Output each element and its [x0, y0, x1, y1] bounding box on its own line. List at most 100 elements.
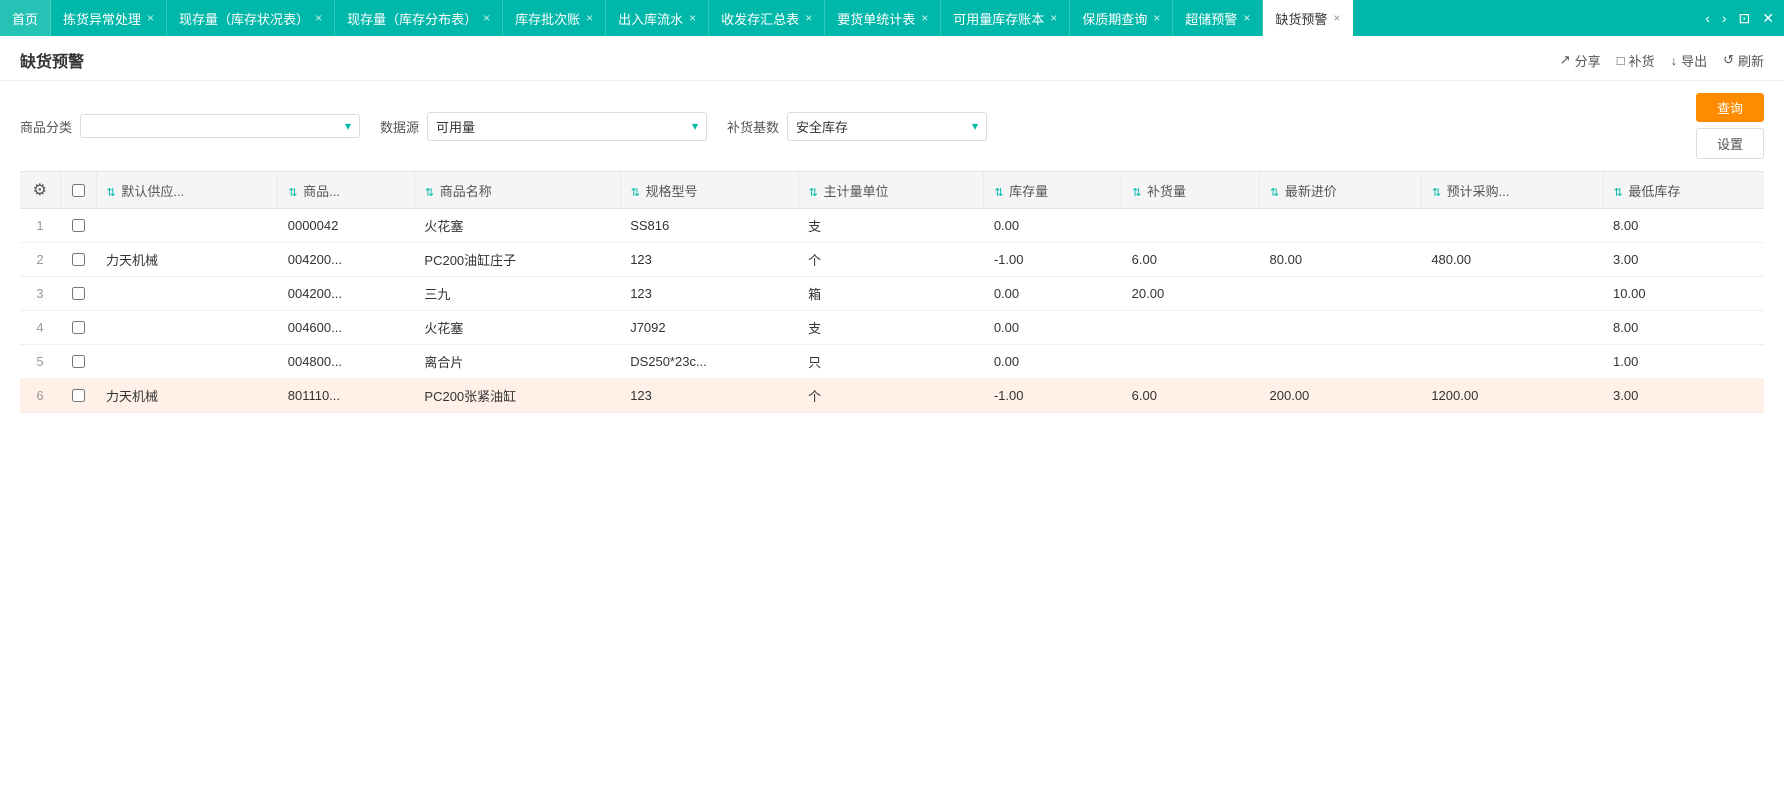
- table-body: 1 0000042 火花塞 SS816 支 0.00 8.00 2: [20, 209, 1764, 413]
- row-supplier: [96, 345, 278, 379]
- page-header: 缺货预警 ↗ 分享 □ 补货 ↓ 导出 ↺ 刷新: [0, 36, 1784, 81]
- tab-order-stats[interactable]: 要货单统计表 ×: [825, 0, 941, 36]
- tab-abnormal[interactable]: 拣货异常处理 ×: [51, 0, 167, 36]
- row-stock: -1.00: [984, 243, 1122, 277]
- row-index: 4: [20, 311, 60, 345]
- min-stock-sort-icon: ⇅: [1614, 187, 1623, 199]
- replenish-icon: □: [1617, 53, 1625, 68]
- row-checkbox-cell: [60, 311, 96, 345]
- col-unit-label: 主计量单位: [823, 184, 888, 199]
- row-checkbox[interactable]: [72, 219, 85, 232]
- row-min-stock: 8.00: [1603, 311, 1764, 345]
- row-product-code: 004200...: [278, 277, 415, 311]
- col-header-unit[interactable]: ⇅ 主计量单位: [798, 172, 984, 209]
- settings-button[interactable]: 设置: [1696, 128, 1764, 159]
- row-latest-price: [1260, 345, 1422, 379]
- tab-inout-flow[interactable]: 出入库流水 ×: [606, 0, 709, 36]
- col-header-latest-price[interactable]: ⇅ 最新进价: [1260, 172, 1422, 209]
- tab-receive-summary[interactable]: 收发存汇总表 ×: [709, 0, 825, 36]
- category-filter: 商品分类 ▾: [20, 114, 360, 138]
- tab-order-stats-label: 要货单统计表: [837, 9, 915, 28]
- tab-shortage-label: 缺货预警: [1275, 9, 1327, 28]
- col-header-product-code[interactable]: ⇅ 商品...: [278, 172, 415, 209]
- tab-next-button[interactable]: ›: [1716, 6, 1733, 30]
- tab-overstock[interactable]: 超储预警 ×: [1173, 0, 1263, 36]
- row-unit: 箱: [798, 277, 984, 311]
- row-checkbox-cell: [60, 209, 96, 243]
- row-latest-price: [1260, 311, 1422, 345]
- table-gear-icon[interactable]: ⚙: [33, 180, 47, 200]
- category-select[interactable]: ▾: [80, 114, 360, 138]
- col-replenish-qty-label: 补货量: [1147, 184, 1186, 199]
- tab-receive-summary-close[interactable]: ×: [805, 11, 812, 25]
- datasource-select[interactable]: 可用量 ▾: [427, 112, 707, 141]
- row-min-stock: 3.00: [1603, 243, 1764, 277]
- col-product-name-label: 商品名称: [440, 184, 492, 199]
- row-spec: J7092: [620, 311, 798, 345]
- row-supplier: 力天机械: [96, 379, 278, 413]
- row-estimated-purchase: 1200.00: [1421, 379, 1603, 413]
- export-button[interactable]: ↓ 导出: [1671, 51, 1708, 70]
- latest-price-sort-icon: ⇅: [1270, 187, 1279, 199]
- replenish-button[interactable]: □ 补货: [1617, 51, 1655, 70]
- tab-shortage[interactable]: 缺货预警 ×: [1263, 0, 1353, 36]
- col-header-stock[interactable]: ⇅ 库存量: [984, 172, 1122, 209]
- tab-inventory-status[interactable]: 现存量（库存状况表） ×: [167, 0, 335, 36]
- tab-batch-account-close[interactable]: ×: [586, 11, 593, 25]
- datasource-label: 数据源: [380, 117, 419, 136]
- row-latest-price: [1260, 277, 1422, 311]
- tab-overstock-close[interactable]: ×: [1243, 11, 1250, 25]
- datasource-chevron-icon: ▾: [692, 119, 698, 133]
- row-checkbox[interactable]: [72, 389, 85, 402]
- col-header-settings[interactable]: ⚙: [20, 172, 60, 209]
- tab-order-stats-close[interactable]: ×: [921, 11, 928, 25]
- row-stock: 0.00: [984, 345, 1122, 379]
- select-all-checkbox[interactable]: [72, 184, 85, 197]
- estimated-purchase-sort-icon: ⇅: [1432, 187, 1441, 199]
- row-checkbox[interactable]: [72, 355, 85, 368]
- refresh-button[interactable]: ↺ 刷新: [1723, 51, 1764, 70]
- row-checkbox-cell: [60, 243, 96, 277]
- col-min-stock-label: 最低库存: [1628, 184, 1680, 199]
- tab-restore-button[interactable]: ⊡: [1733, 6, 1757, 31]
- tab-close-all-button[interactable]: ✕: [1756, 6, 1780, 31]
- tab-inventory-dist[interactable]: 现存量（库存分布表） ×: [335, 0, 503, 36]
- replenish-basis-chevron-icon: ▾: [972, 119, 978, 133]
- tab-batch-account[interactable]: 库存批次账 ×: [503, 0, 606, 36]
- tab-abnormal-close[interactable]: ×: [147, 11, 154, 25]
- tab-expiry-query-close[interactable]: ×: [1153, 11, 1160, 25]
- page-content: 缺货预警 ↗ 分享 □ 补货 ↓ 导出 ↺ 刷新 商品分类: [0, 36, 1784, 796]
- tab-home[interactable]: 首页: [0, 0, 51, 36]
- header-actions: ↗ 分享 □ 补货 ↓ 导出 ↺ 刷新: [1560, 51, 1764, 70]
- row-checkbox[interactable]: [72, 321, 85, 334]
- tab-inventory-status-close[interactable]: ×: [315, 11, 322, 25]
- row-index: 5: [20, 345, 60, 379]
- tab-inventory-dist-close[interactable]: ×: [483, 11, 490, 25]
- refresh-icon: ↺: [1723, 52, 1734, 68]
- col-header-supplier[interactable]: ⇅ 默认供应...: [96, 172, 278, 209]
- row-checkbox[interactable]: [72, 253, 85, 266]
- row-replenish-qty: [1122, 311, 1260, 345]
- row-product-code: 004800...: [278, 345, 415, 379]
- tab-inout-flow-close[interactable]: ×: [689, 11, 696, 25]
- tab-available-ledger-close[interactable]: ×: [1050, 11, 1057, 25]
- tab-expiry-query[interactable]: 保质期查询 ×: [1070, 0, 1173, 36]
- tab-prev-button[interactable]: ‹: [1699, 6, 1716, 30]
- col-header-replenish-qty[interactable]: ⇅ 补货量: [1122, 172, 1260, 209]
- row-replenish-qty: [1122, 345, 1260, 379]
- table-row: 5 004800... 离合片 DS250*23c... 只 0.00 1.00: [20, 345, 1764, 379]
- row-spec: DS250*23c...: [620, 345, 798, 379]
- col-header-estimated-purchase[interactable]: ⇅ 预计采购...: [1421, 172, 1603, 209]
- tab-shortage-close[interactable]: ×: [1333, 11, 1340, 25]
- replenish-basis-select[interactable]: 安全库存 ▾: [787, 112, 987, 141]
- row-spec: 123: [620, 277, 798, 311]
- col-header-min-stock[interactable]: ⇅ 最低库存: [1603, 172, 1764, 209]
- share-button[interactable]: ↗ 分享: [1560, 51, 1601, 70]
- query-button[interactable]: 查询: [1696, 93, 1764, 122]
- row-product-name: 离合片: [414, 345, 620, 379]
- col-header-spec[interactable]: ⇅ 规格型号: [620, 172, 798, 209]
- tab-available-ledger-label: 可用量库存账本: [953, 9, 1044, 28]
- tab-available-ledger[interactable]: 可用量库存账本 ×: [941, 0, 1070, 36]
- col-header-product-name[interactable]: ⇅ 商品名称: [414, 172, 620, 209]
- row-checkbox[interactable]: [72, 287, 85, 300]
